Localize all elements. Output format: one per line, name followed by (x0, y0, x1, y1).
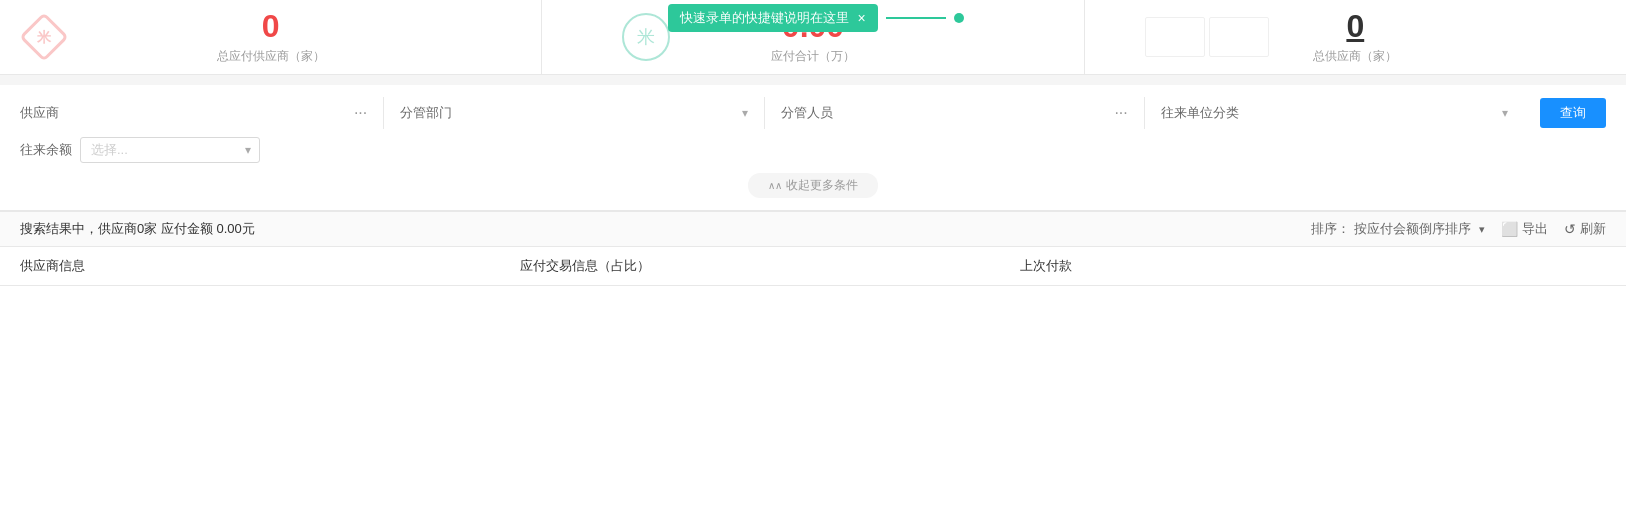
svg-text:米: 米 (36, 29, 52, 45)
stat-payable-suppliers-label: 总应付供应商（家） (217, 48, 325, 65)
stat-payable-total: 米 0.00 应付合计（万） 快速录单的快捷键说明在这里 × (542, 0, 1084, 74)
results-actions: 排序： 按应付会额倒序排序 ▾ ⬜ 导出 ↺ 刷新 (1311, 220, 1606, 238)
filter-unit-category: 往来单位分类 ▾ (1145, 97, 1524, 129)
table-body (0, 286, 1626, 515)
tooltip-text: 快速录单的快捷键说明在这里 (680, 9, 849, 27)
stat-payable-suppliers-number: 0 (262, 9, 280, 44)
export-button[interactable]: ⬜ 导出 (1501, 220, 1548, 238)
refresh-label: 刷新 (1580, 220, 1606, 238)
collapse-label: 收起更多条件 (786, 177, 858, 194)
stat-total-suppliers: 0 总供应商（家） (1085, 0, 1626, 74)
balance-select[interactable]: 选择... ▾ (80, 137, 260, 163)
tooltip-container: 快速录单的快捷键说明在这里 × (668, 4, 963, 32)
stat-payable-total-label: 应付合计（万） (771, 48, 855, 65)
tooltip-line (886, 17, 946, 19)
collapse-up-icon: ∧∧ (768, 180, 782, 191)
filter-area: 供应商 ··· 分管部门 ▾ 分管人员 ··· 往来单位分类 ▾ 查询 往来余额 (0, 85, 1626, 211)
tooltip-dot (954, 13, 964, 23)
unit-category-label: 往来单位分类 (1161, 104, 1239, 122)
dept-chevron-icon[interactable]: ▾ (742, 106, 748, 120)
stat-total-payable-suppliers: 米 0 总应付供应商（家） (0, 0, 542, 74)
table-col-supplier-info: 供应商信息 (20, 257, 520, 275)
refresh-button[interactable]: ↺ 刷新 (1564, 220, 1606, 238)
person-label: 分管人员 (781, 104, 833, 122)
balance-placeholder: 选择... (91, 142, 128, 157)
stat-total-suppliers-label: 总供应商（家） (1313, 48, 1397, 65)
person-dots[interactable]: ··· (1114, 104, 1127, 122)
balance-label: 往来余额 (20, 141, 72, 159)
unit-category-chevron-icon[interactable]: ▾ (1502, 106, 1508, 120)
stats-bar: 米 0 总应付供应商（家） 米 0.00 应付合计（万） 快速录单的快捷键说明在… (0, 0, 1626, 75)
filter-dept: 分管部门 ▾ (384, 97, 764, 129)
collapse-bar: ∧∧ 收起更多条件 (20, 169, 1606, 202)
dept-label: 分管部门 (400, 104, 452, 122)
table-area: 供应商信息 应付交易信息（占比） 上次付款 (0, 247, 1626, 515)
search-button[interactable]: 查询 (1540, 98, 1606, 128)
table-header: 供应商信息 应付交易信息（占比） 上次付款 (0, 247, 1626, 286)
export-icon: ⬜ (1501, 221, 1518, 237)
filter-row-1: 供应商 ··· 分管部门 ▾ 分管人员 ··· 往来单位分类 ▾ 查询 (20, 97, 1606, 129)
refresh-icon: ↺ (1564, 221, 1576, 237)
sort-chevron-icon: ▾ (1479, 223, 1485, 236)
balance-chevron-icon: ▾ (245, 143, 251, 157)
diamond-logo-icon: 米 (20, 13, 68, 61)
sort-value: 按应付会额倒序排序 (1354, 220, 1471, 238)
supplier-label: 供应商 (20, 104, 59, 122)
supplier-input[interactable] (67, 104, 350, 123)
filter-balance: 往来余额 选择... ▾ (20, 137, 260, 163)
collapse-button[interactable]: ∧∧ 收起更多条件 (748, 173, 878, 198)
results-info: 搜索结果中，供应商0家 应付金额 0.00元 (20, 220, 255, 238)
sort-select[interactable]: 排序： 按应付会额倒序排序 ▾ (1311, 220, 1485, 238)
tooltip-close-button[interactable]: × (857, 10, 865, 26)
tooltip-bubble: 快速录单的快捷键说明在这里 × (668, 4, 877, 32)
coin-icon: 米 (622, 13, 670, 61)
results-bar: 搜索结果中，供应商0家 应付金额 0.00元 排序： 按应付会额倒序排序 ▾ ⬜… (0, 211, 1626, 247)
filter-person: 分管人员 ··· (765, 97, 1145, 129)
filter-supplier: 供应商 ··· (20, 97, 384, 129)
filter-row-2: 往来余额 选择... ▾ (20, 137, 1606, 163)
sort-label: 排序： (1311, 220, 1350, 238)
table-col-last-payment: 上次付款 (1020, 257, 1606, 275)
table-col-transaction-info: 应付交易信息（占比） (520, 257, 1020, 275)
stat-total-suppliers-number: 0 (1346, 9, 1364, 44)
export-label: 导出 (1522, 220, 1548, 238)
supplier-dots[interactable]: ··· (354, 104, 367, 122)
